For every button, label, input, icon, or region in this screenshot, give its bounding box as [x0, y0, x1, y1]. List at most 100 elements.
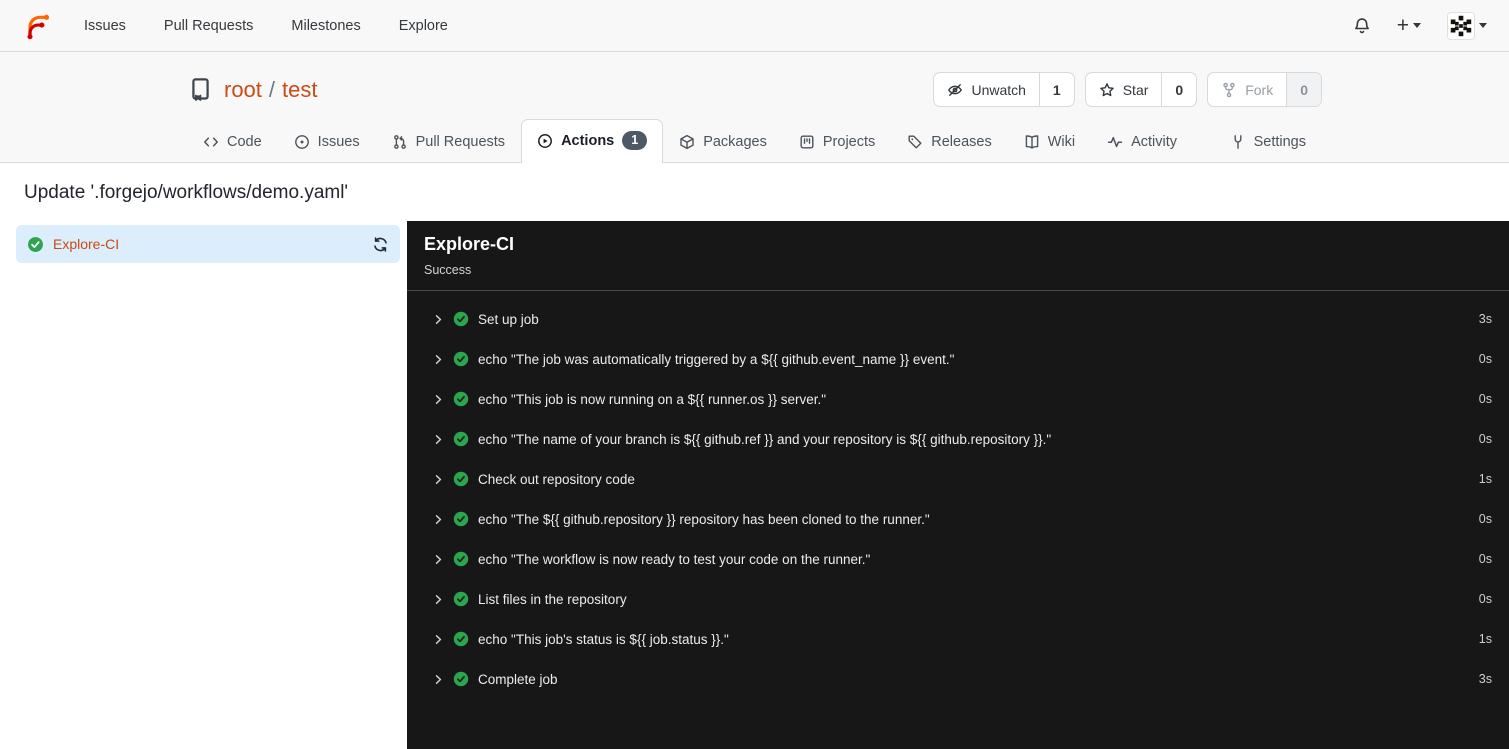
step-row[interactable]: Check out repository code 1s: [407, 459, 1509, 499]
chevron-right-icon[interactable]: [433, 354, 444, 365]
step-row[interactable]: Complete job 3s: [407, 659, 1509, 699]
repo-owner-link[interactable]: root: [224, 77, 262, 103]
navbar-links: Issues Pull Requests Milestones Explore: [84, 18, 448, 34]
step-label: echo "The ${{ github.repository }} repos…: [478, 511, 930, 527]
chevron-right-icon[interactable]: [433, 634, 444, 645]
notifications-bell-icon[interactable]: [1353, 17, 1371, 35]
tab-wiki[interactable]: Wiki: [1008, 122, 1091, 162]
chevron-right-icon[interactable]: [433, 474, 444, 485]
chevron-down-icon: [1479, 23, 1487, 28]
step-label: Set up job: [478, 311, 539, 327]
step-label: echo "The workflow is now ready to test …: [478, 551, 871, 567]
refresh-icon[interactable]: [372, 236, 389, 253]
tab-label: Settings: [1253, 134, 1306, 150]
star-count[interactable]: 0: [1161, 73, 1196, 106]
tab-settings[interactable]: Settings: [1214, 122, 1322, 162]
step-row[interactable]: echo "The ${{ github.repository }} repos…: [407, 499, 1509, 539]
repo-tabs: Code Issues Pull Requests Actions 1 Pack…: [187, 117, 1322, 163]
step-label: echo "The job was automatically triggere…: [478, 351, 955, 367]
chevron-right-icon[interactable]: [433, 594, 444, 605]
fork-icon: [1221, 82, 1237, 98]
tab-activity[interactable]: Activity: [1091, 122, 1193, 162]
star-label: Star: [1122, 81, 1149, 98]
book-icon: [1024, 134, 1040, 150]
step-label: echo "The name of your branch is ${{ git…: [478, 431, 1052, 447]
step-row[interactable]: List files in the repository 0s: [407, 579, 1509, 619]
code-icon: [203, 134, 219, 150]
success-check-icon: [453, 391, 469, 407]
pulse-icon: [1107, 134, 1123, 150]
nav-explore[interactable]: Explore: [399, 18, 448, 34]
jobs-sidebar: Explore-CI: [0, 221, 407, 749]
create-new-dropdown[interactable]: +: [1397, 15, 1421, 36]
steps-list: Set up job 3s echo "The job was automati…: [407, 291, 1509, 707]
fork-label: Fork: [1245, 81, 1274, 98]
package-icon: [679, 134, 695, 150]
git-pull-request-icon: [392, 134, 408, 150]
step-row[interactable]: echo "This job is now running on a ${{ r…: [407, 379, 1509, 419]
user-menu-dropdown[interactable]: [1447, 11, 1487, 40]
tab-pull-requests[interactable]: Pull Requests: [376, 122, 521, 162]
success-check-icon: [453, 431, 469, 447]
chevron-right-icon[interactable]: [433, 554, 444, 565]
tab-projects[interactable]: Projects: [783, 122, 891, 162]
eye-off-icon: [947, 82, 963, 98]
step-duration: 0s: [1478, 552, 1492, 566]
top-navbar: Issues Pull Requests Milestones Explore …: [0, 0, 1509, 52]
job-status-text: Success: [424, 263, 472, 277]
unwatch-button[interactable]: Unwatch 1: [933, 72, 1075, 107]
step-duration: 0s: [1478, 512, 1492, 526]
step-duration: 0s: [1478, 392, 1492, 406]
chevron-right-icon[interactable]: [433, 394, 444, 405]
job-item-explore-ci[interactable]: Explore-CI: [16, 225, 400, 263]
watch-count[interactable]: 1: [1038, 73, 1074, 106]
chevron-right-icon[interactable]: [433, 514, 444, 525]
repo-name-link[interactable]: test: [282, 77, 317, 103]
tab-label: Code: [227, 134, 262, 150]
success-check-icon: [453, 631, 469, 647]
navbar-right: +: [1353, 11, 1487, 40]
success-check-icon: [27, 236, 44, 253]
step-row[interactable]: echo "This job's status is ${{ job.statu…: [407, 619, 1509, 659]
actions-count-badge: 1: [622, 131, 648, 150]
step-duration: 3s: [1478, 672, 1492, 686]
chevron-right-icon[interactable]: [433, 314, 444, 325]
success-check-icon: [453, 511, 469, 527]
step-row[interactable]: echo "The job was automatically triggere…: [407, 339, 1509, 379]
tab-actions[interactable]: Actions 1: [521, 119, 664, 163]
step-label: Complete job: [478, 671, 558, 687]
chevron-right-icon[interactable]: [433, 674, 444, 685]
step-row[interactable]: echo "The workflow is now ready to test …: [407, 539, 1509, 579]
step-row[interactable]: Set up job 3s: [407, 299, 1509, 339]
success-check-icon: [453, 551, 469, 567]
tab-issues[interactable]: Issues: [278, 122, 376, 162]
tab-label: Issues: [317, 134, 360, 150]
step-duration: 0s: [1478, 432, 1492, 446]
job-log-panel: Explore-CI Success Set up job 3s echo "T…: [407, 221, 1509, 749]
success-check-icon: [453, 471, 469, 487]
tab-label: Activity: [1131, 134, 1178, 150]
chevron-down-icon: [1413, 23, 1421, 28]
step-duration: 1s: [1478, 632, 1492, 646]
step-row[interactable]: echo "The name of your branch is ${{ git…: [407, 419, 1509, 459]
nav-pull-requests[interactable]: Pull Requests: [164, 18, 253, 34]
tab-releases[interactable]: Releases: [891, 122, 1007, 162]
nav-milestones[interactable]: Milestones: [291, 18, 360, 34]
tab-code[interactable]: Code: [187, 122, 278, 162]
tab-packages[interactable]: Packages: [663, 122, 783, 162]
step-duration: 0s: [1478, 592, 1492, 606]
chevron-right-icon[interactable]: [433, 434, 444, 445]
nav-issues[interactable]: Issues: [84, 18, 126, 34]
step-label: echo "This job is now running on a ${{ r…: [478, 391, 827, 407]
step-duration: 3s: [1478, 312, 1492, 326]
unwatch-label: Unwatch: [971, 81, 1026, 98]
wrench-icon: [1230, 134, 1246, 150]
repo-breadcrumb: root / test: [224, 77, 318, 103]
forgejo-logo[interactable]: [22, 10, 54, 42]
success-check-icon: [453, 311, 469, 327]
star-button[interactable]: Star 0: [1084, 72, 1198, 107]
job-log-header: Explore-CI Success: [407, 221, 1509, 291]
project-board-icon: [799, 134, 815, 150]
run-title: Update '.forgejo/workflows/demo.yaml': [24, 182, 349, 203]
job-log-title: Explore-CI: [424, 234, 515, 254]
